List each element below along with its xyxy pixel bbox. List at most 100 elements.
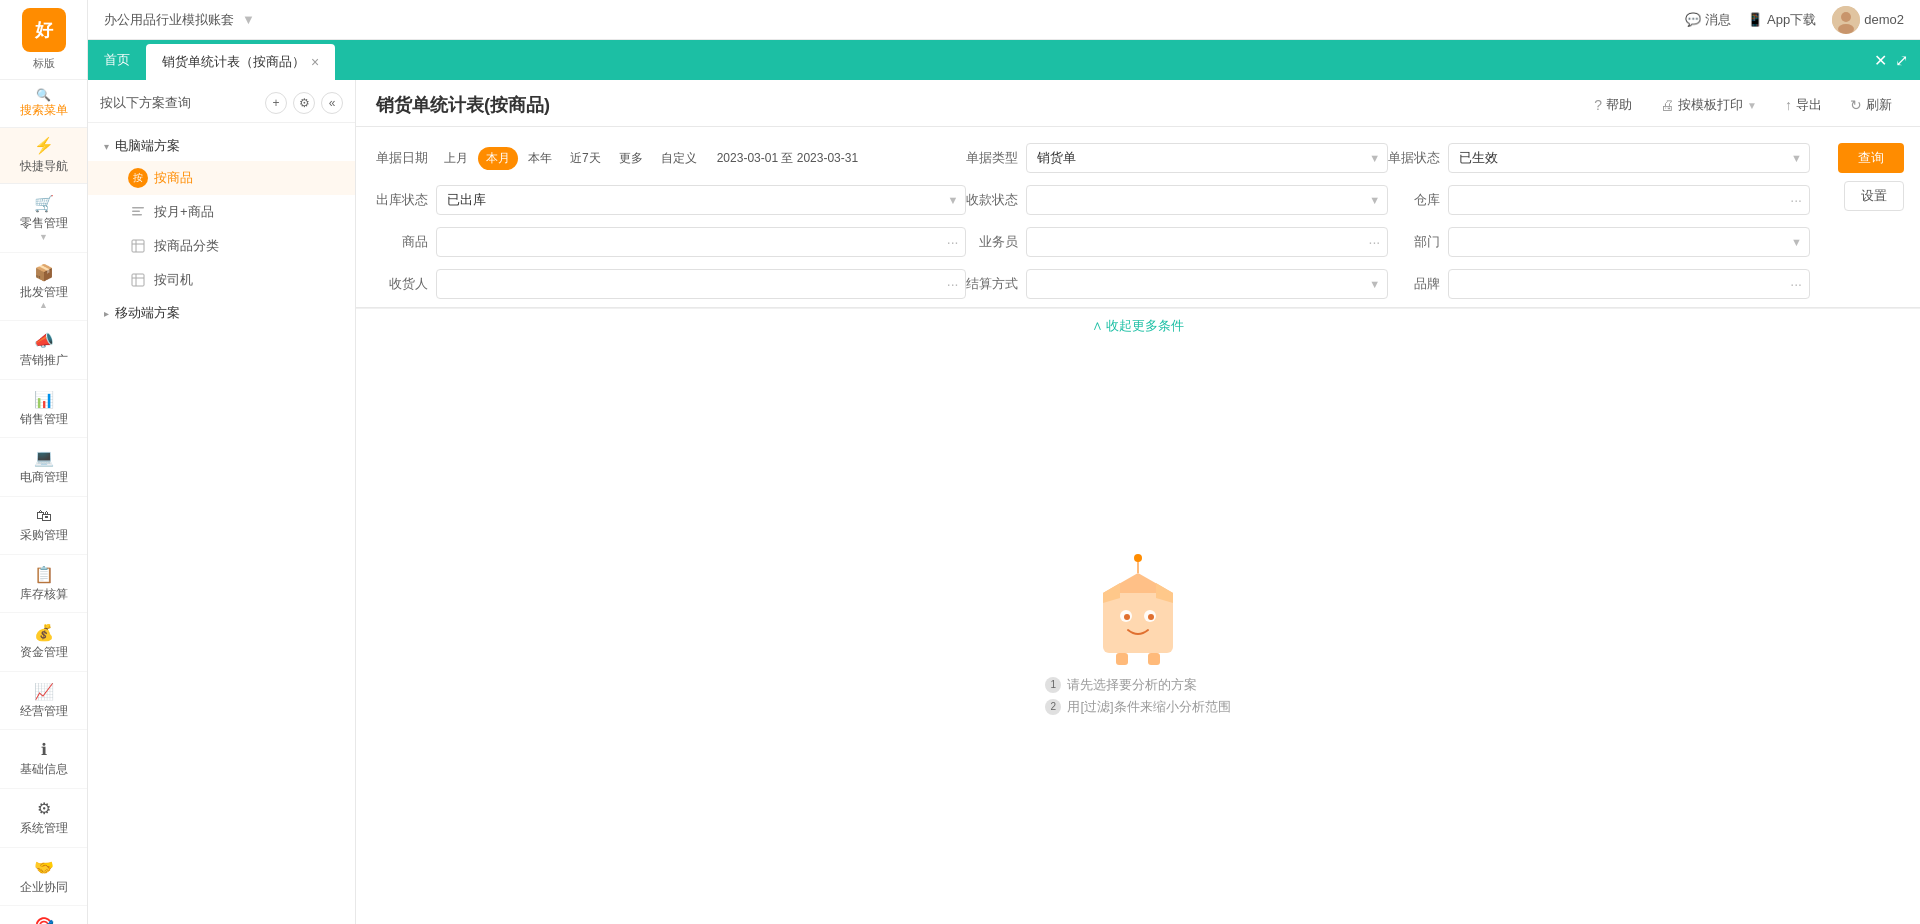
window-close-icon[interactable]: ✕ [1874, 51, 1887, 70]
workspace-dropdown-icon[interactable]: ▼ [242, 12, 255, 27]
left-panel: 按以下方案查询 + ⚙ « ▾ [88, 80, 356, 924]
sidebar-item-retail[interactable]: 🛒 零售管理 ▼ [0, 184, 87, 253]
scheme-item-by-goods[interactable]: 按 按商品 [88, 161, 355, 195]
quick-nav-label: 快捷导航 [20, 158, 68, 175]
svg-point-19 [1148, 614, 1154, 620]
sidebar-item-sales[interactable]: 📊 销售管理 [0, 380, 87, 439]
print-label: 按模板打印 [1678, 96, 1743, 114]
tip-1-num: 1 [1045, 677, 1061, 693]
outbound-label: 出库状态 [376, 191, 436, 209]
outbound-input[interactable] [436, 185, 966, 215]
svg-rect-3 [132, 207, 144, 209]
scheme-tree: ▾ 电脑端方案 按 按商品 按月+商品 [88, 123, 355, 337]
svg-rect-9 [132, 274, 144, 286]
help-button[interactable]: ? 帮助 [1586, 92, 1640, 118]
date-tab-this-year[interactable]: 本年 [520, 147, 560, 170]
status-input[interactable] [1448, 143, 1810, 173]
panel-collapse-button[interactable]: « [321, 92, 343, 114]
wholesale-icon: 📦 [34, 263, 54, 282]
scheme-item-by-category-label: 按商品分类 [154, 237, 219, 255]
marketing-icon: 📣 [34, 331, 54, 350]
warehouse-control: ··· [1448, 185, 1810, 215]
sidebar-item-marketing[interactable]: 📣 营销推广 [0, 321, 87, 380]
retail-icon: 🛒 [34, 194, 54, 213]
finance-label: 资金管理 [20, 645, 68, 661]
type-input[interactable] [1026, 143, 1388, 173]
sidebar-item-operations[interactable]: 📈 经营管理 [0, 672, 87, 731]
scheme-group-mobile-header[interactable]: ▸ 移动端方案 [88, 297, 355, 329]
user-area[interactable]: demo2 [1832, 6, 1904, 34]
svg-point-21 [1134, 554, 1142, 562]
date-tab-7days[interactable]: 近7天 [562, 147, 609, 170]
tip-2-num: 2 [1045, 699, 1061, 715]
sidebar-item-enterprise[interactable]: 🤝 企业协同 [0, 848, 87, 907]
mobile-group-arrow-icon: ▸ [104, 308, 109, 319]
scheme-item-by-category[interactable]: 按商品分类 [88, 229, 355, 263]
print-template-button[interactable]: 🖨 按模板打印 ▼ [1652, 92, 1765, 118]
tab-close-button[interactable]: × [311, 54, 319, 70]
system-icon: ⚙ [37, 799, 51, 818]
date-tab-custom[interactable]: 自定义 [653, 147, 705, 170]
recipient-input[interactable] [436, 269, 966, 299]
dept-input[interactable] [1448, 227, 1810, 257]
sidebar-item-guide[interactable]: 🎯 新手引导 [0, 906, 87, 924]
sidebar-item-purchase[interactable]: 🛍 采购管理 [0, 497, 87, 555]
filter-outbound-item: 出库状态 ▼ [376, 185, 966, 215]
refresh-button[interactable]: ↻ 刷新 [1842, 92, 1900, 118]
filter-goods-item: 商品 ··· [376, 227, 966, 257]
sidebar: 好 标版 🔍 搜索菜单 ⚡ 快捷导航 🛒 零售管理 ▼ 📦 批发管理 ▲ 📣 营… [0, 0, 88, 924]
svg-rect-12 [1103, 593, 1173, 653]
guide-icon: 🎯 [34, 916, 54, 924]
page-actions: ? 帮助 🖨 按模板打印 ▼ ↑ 导出 ↻ 刷新 [1586, 92, 1900, 118]
scheme-item-by-month-goods[interactable]: 按月+商品 [88, 195, 355, 229]
logo-icon: 好 [22, 8, 66, 52]
type-label: 单据类型 [966, 149, 1026, 167]
sidebar-item-quick-nav[interactable]: ⚡ 快捷导航 [0, 128, 87, 184]
panel-title: 按以下方案查询 [100, 94, 191, 112]
inventory-icon: 📋 [34, 565, 54, 584]
salesperson-input[interactable] [1026, 227, 1388, 257]
sidebar-item-system[interactable]: ⚙ 系统管理 [0, 789, 87, 848]
date-tab-more[interactable]: 更多 [611, 147, 651, 170]
scheme-settings-button[interactable]: ⚙ [293, 92, 315, 114]
export-button[interactable]: ↑ 导出 [1777, 92, 1830, 118]
date-label: 单据日期 [376, 149, 436, 167]
sidebar-item-ecommerce[interactable]: 💻 电商管理 [0, 438, 87, 497]
empty-illustration [1078, 548, 1198, 668]
date-tab-this-month[interactable]: 本月 [478, 147, 518, 170]
receipt-input[interactable] [1026, 185, 1388, 215]
sidebar-item-finance[interactable]: 💰 资金管理 [0, 613, 87, 672]
scheme-group-desktop-header[interactable]: ▾ 电脑端方案 [88, 131, 355, 161]
scheme-item-by-driver[interactable]: 按司机 [88, 263, 355, 297]
tab-home[interactable]: 首页 [88, 40, 146, 80]
date-tab-last-month[interactable]: 上月 [436, 147, 476, 170]
message-button[interactable]: 💬 消息 [1685, 11, 1731, 29]
settle-input[interactable] [1026, 269, 1388, 299]
tab-home-label: 首页 [104, 51, 130, 69]
receipt-control: ▼ [1026, 185, 1388, 215]
warehouse-input[interactable] [1448, 185, 1810, 215]
sidebar-search[interactable]: 🔍 搜索菜单 [0, 80, 87, 128]
query-button[interactable]: 查询 [1838, 143, 1904, 173]
sidebar-item-basic-info[interactable]: ℹ 基础信息 [0, 730, 87, 789]
sidebar-item-wholesale[interactable]: 📦 批发管理 ▲ [0, 253, 87, 322]
refresh-icon: ↻ [1850, 97, 1862, 113]
tip-1: 1 请先选择要分析的方案 [1045, 676, 1230, 694]
tabbar-actions: ✕ ⤢ [1874, 51, 1920, 70]
svg-rect-6 [132, 240, 144, 252]
add-scheme-button[interactable]: + [265, 92, 287, 114]
window-expand-icon[interactable]: ⤢ [1895, 51, 1908, 70]
collapse-bar[interactable]: ∧ 收起更多条件 [356, 308, 1920, 343]
operations-label: 经营管理 [20, 704, 68, 720]
tab-sales-stats[interactable]: 销货单统计表（按商品） × [146, 44, 335, 80]
tip-2-text: 用[过滤]条件来缩小分析范围 [1067, 698, 1230, 716]
goods-input[interactable] [436, 227, 966, 257]
tab-sales-stats-label: 销货单统计表（按商品） [162, 53, 305, 71]
settings-button[interactable]: 设置 [1844, 181, 1904, 211]
brand-input[interactable] [1448, 269, 1810, 299]
message-label: 消息 [1705, 11, 1731, 29]
app-download-button[interactable]: 📱 App下载 [1747, 11, 1816, 29]
sidebar-item-inventory[interactable]: 📋 库存核算 [0, 555, 87, 614]
topbar-right: 💬 消息 📱 App下载 demo2 [1685, 6, 1904, 34]
dept-control: ▼ [1448, 227, 1810, 257]
